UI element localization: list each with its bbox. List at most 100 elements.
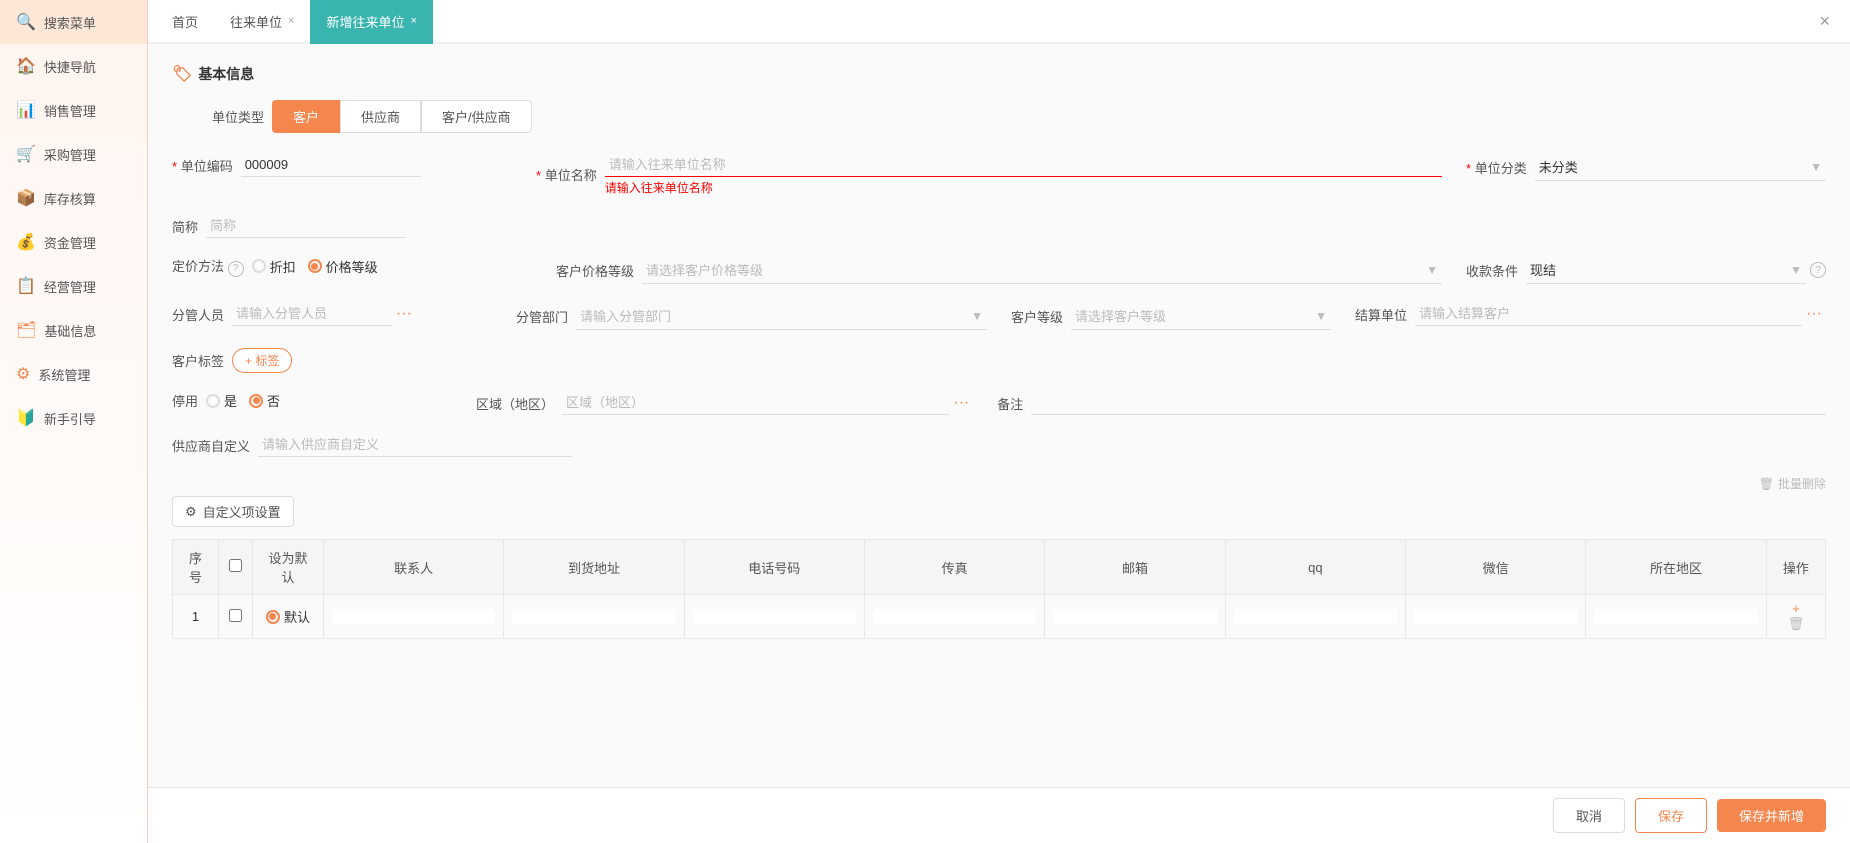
save-button[interactable]: 保存 (1635, 798, 1707, 833)
sidebar-item-inventory[interactable]: 📦 库存核算 (0, 176, 147, 220)
row-checkbox[interactable] (229, 609, 242, 622)
tab-bar: 首页 往来单位 × 新增往来单位 × × (148, 0, 1850, 44)
customer-tag-label: 客户标签 (172, 351, 232, 370)
contact-input[interactable] (332, 609, 495, 624)
customer-price-level-label: 客户价格等级 (556, 261, 642, 280)
tab-partners[interactable]: 往来单位 × (214, 0, 310, 44)
radio-yes[interactable]: 是 (206, 391, 237, 410)
tab-new-partner-close[interactable]: × (410, 15, 416, 27)
wechat-input[interactable] (1414, 609, 1577, 624)
tab-partners-label: 往来单位 (230, 12, 282, 31)
sidebar-item-quick-nav[interactable]: 🏠 快捷导航 (0, 44, 147, 88)
col-qq: qq (1225, 540, 1405, 595)
unit-btn-supplier[interactable]: 供应商 (340, 100, 421, 133)
batch-delete-label: 批量删除 (1778, 475, 1826, 492)
search-icon: 🔍 (16, 12, 36, 32)
customer-price-level-select[interactable]: 请选择客户价格等级 ▼ (642, 256, 1442, 284)
radio-price-level[interactable]: 价格等级 (308, 257, 378, 276)
manager-more-btn[interactable]: ··· (392, 305, 416, 323)
settlement-unit-input[interactable] (1415, 302, 1802, 326)
sidebar-item-search[interactable]: 🔍 搜索菜单 (0, 0, 147, 44)
disabled-label: 停用 (172, 391, 206, 410)
pricing-help-icon[interactable]: ? (228, 261, 244, 277)
tab-partners-close[interactable]: × (288, 15, 294, 27)
sidebar-item-label: 新手引导 (44, 409, 96, 428)
cell-seq: 1 (173, 595, 219, 639)
guide-icon: 🔰 (16, 408, 36, 428)
sidebar-item-sales[interactable]: 📊 销售管理 (0, 88, 147, 132)
supplier-custom-input[interactable] (258, 433, 572, 457)
field-payment-terms: 收款条件 现结 ▼ ? (1466, 256, 1826, 284)
money-icon: 💰 (16, 232, 36, 252)
unit-category-select[interactable]: 未分类 ▼ (1535, 153, 1826, 181)
form-row-1: * 单位编码 * 单位名称 请输入往来单位名称 (172, 153, 1826, 196)
cell-phone (684, 595, 864, 639)
sidebar-item-label: 系统管理 (38, 365, 90, 384)
payment-terms-value: 现结 (1530, 260, 1556, 279)
address-input[interactable] (512, 609, 675, 624)
folder-icon: 🗂 (16, 320, 36, 340)
batch-delete-btn[interactable]: 🗑 批量删除 (1759, 475, 1826, 492)
unit-name-input[interactable] (605, 153, 1442, 177)
row-default-radio[interactable] (266, 610, 280, 624)
sidebar-item-finance[interactable]: 💰 资金管理 (0, 220, 147, 264)
customer-price-level-placeholder: 请选择客户价格等级 (646, 260, 763, 279)
unit-btn-both[interactable]: 客户/供应商 (421, 100, 532, 133)
sidebar-item-operations[interactable]: 📋 经营管理 (0, 264, 147, 308)
email-input[interactable] (1053, 609, 1216, 624)
fax-input[interactable] (873, 609, 1036, 624)
sidebar-item-system[interactable]: ⚙ 系统管理 (0, 352, 147, 396)
save-new-button[interactable]: 保存并新增 (1717, 799, 1826, 832)
field-supplier-custom: 供应商自定义 (172, 433, 572, 457)
cell-wechat (1406, 595, 1586, 639)
field-unit-name: * 单位名称 请输入往来单位名称 (536, 153, 1442, 196)
radio-no[interactable]: 否 (249, 391, 280, 410)
sidebar-item-guide[interactable]: 🔰 新手引导 (0, 396, 147, 440)
manager-input[interactable] (232, 302, 392, 326)
tab-bar-close-btn[interactable]: × (1807, 0, 1842, 43)
custom-settings-button[interactable]: ⚙ 自定义项设置 (172, 496, 294, 527)
customer-level-select[interactable]: 请选择客户等级 ▼ (1071, 302, 1331, 330)
main-area: 首页 往来单位 × 新增往来单位 × × 🏷 基本信息 单位类型 客户 供应商 … (148, 0, 1850, 843)
radio-no-circle (249, 394, 263, 408)
short-name-input[interactable] (206, 214, 406, 238)
payment-terms-label: 收款条件 (1466, 261, 1526, 280)
section-icon: 🏷 (172, 64, 192, 84)
col-address: 到货地址 (504, 540, 684, 595)
tab-new-partner[interactable]: 新增往来单位 × (310, 0, 432, 44)
unit-category-label: * 单位分类 (1466, 158, 1535, 177)
cancel-button[interactable]: 取消 (1553, 798, 1625, 833)
remark-input[interactable] (1031, 391, 1826, 415)
qq-input[interactable] (1234, 609, 1397, 624)
department-select[interactable]: 请输入分管部门 ▼ (576, 302, 987, 330)
radio-discount[interactable]: 折扣 (252, 257, 296, 276)
settlement-unit-more-btn[interactable]: ··· (1802, 305, 1826, 323)
region-input[interactable] (562, 391, 949, 415)
radio-no-dot (253, 397, 260, 404)
unit-btn-customer[interactable]: 客户 (272, 100, 340, 133)
row-delete-btn[interactable]: 🗑 (1788, 616, 1805, 631)
row-add-btn[interactable]: + (1792, 601, 1800, 616)
payment-terms-select[interactable]: 现结 ▼ (1526, 256, 1806, 284)
field-disabled: 停用 是 否 (172, 391, 452, 410)
sidebar-item-purchase[interactable]: 🛒 采购管理 (0, 132, 147, 176)
col-contact: 联系人 (323, 540, 503, 595)
add-tag-button[interactable]: + 标签 (232, 348, 292, 373)
radio-yes-circle (206, 394, 220, 408)
form-row-tag: 客户标签 + 标签 (172, 348, 1826, 373)
sidebar-item-basic[interactable]: 🗂 基础信息 (0, 308, 147, 352)
cell-email (1045, 595, 1225, 639)
contacts-table: 序号 设为默认 联系人 到货地址 电话号码 传真 邮箱 qq 微信 所在地区 操… (172, 539, 1826, 639)
cell-location (1586, 595, 1766, 639)
sidebar-item-label: 库存核算 (44, 189, 96, 208)
phone-input[interactable] (693, 609, 856, 624)
payment-terms-help-icon[interactable]: ? (1810, 262, 1826, 278)
unit-code-input[interactable] (241, 153, 421, 177)
field-customer-level: 客户等级 请选择客户等级 ▼ (1011, 302, 1331, 330)
select-all-checkbox[interactable] (229, 559, 242, 572)
location-input[interactable] (1594, 609, 1757, 624)
field-customer-price-level: 客户价格等级 请选择客户价格等级 ▼ (556, 256, 1442, 284)
form-row-pricing: 定价方法 ? 折扣 价格等级 (172, 256, 1826, 284)
tab-home[interactable]: 首页 (156, 0, 214, 44)
region-more-btn[interactable]: ··· (949, 394, 973, 412)
